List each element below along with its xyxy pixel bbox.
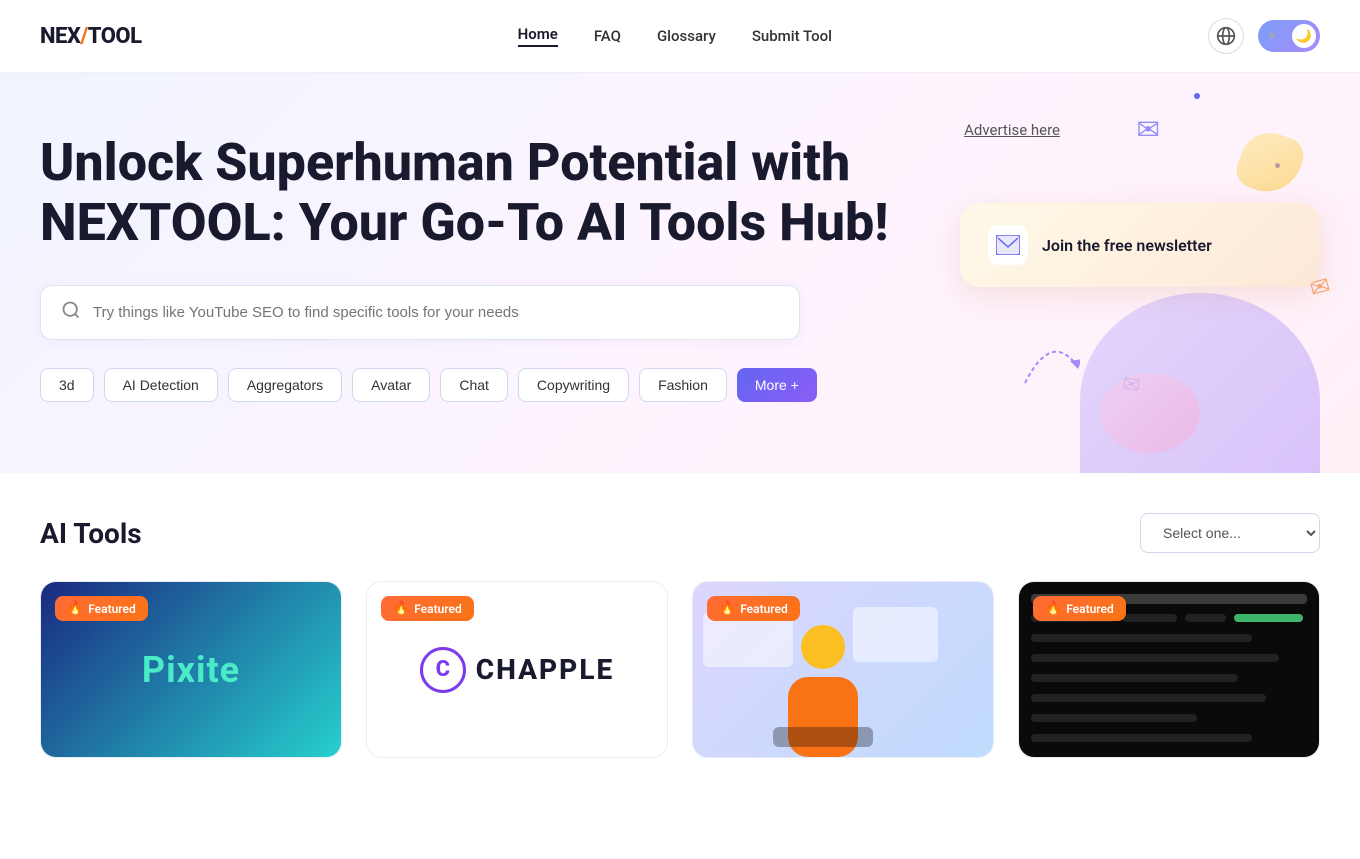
- logo[interactable]: NEX / TOOL: [40, 24, 142, 49]
- search-icon: [61, 300, 81, 325]
- featured-badge-presenter: 🔥 Featured: [707, 596, 800, 621]
- newsletter-envelope-icon: [988, 225, 1028, 265]
- featured-badge-pixite: 🔥 Featured: [55, 596, 148, 621]
- card-dark[interactable]: 🔥 Featured: [1018, 581, 1320, 758]
- advertise-link[interactable]: Advertise here: [964, 121, 1060, 139]
- main-nav: Home FAQ Glossary Submit Tool: [518, 25, 832, 47]
- hero-section: Unlock Superhuman Potential with NEXTOOL…: [0, 73, 1360, 473]
- fire-icon-2: 🔥: [393, 601, 409, 616]
- chapple-name: CHAPPLE: [476, 653, 614, 686]
- deco-dot-2: [1275, 163, 1280, 168]
- card-chapple[interactable]: 🔥 Featured C CHAPPLE: [366, 581, 668, 758]
- nav-glossary[interactable]: Glossary: [657, 27, 716, 45]
- search-input[interactable]: [93, 304, 779, 321]
- header: NEX / TOOL Home FAQ Glossary Submit Tool…: [0, 0, 1360, 73]
- fire-icon: 🔥: [67, 601, 83, 616]
- tag-ai-detection[interactable]: AI Detection: [104, 368, 218, 402]
- fire-icon-4: 🔥: [1045, 601, 1061, 616]
- blob-yellow: [1232, 125, 1309, 202]
- language-selector[interactable]: [1208, 18, 1244, 54]
- dark-mode-toggle[interactable]: ☀ 🌙: [1258, 20, 1320, 52]
- card-dark-image: 🔥 Featured: [1019, 582, 1319, 757]
- header-actions: ☀ 🌙: [1208, 18, 1320, 54]
- tools-section-title: AI Tools: [40, 517, 142, 550]
- deco-arrow: [1020, 343, 1080, 393]
- cards-grid: 🔥 Featured Pixite 🔥 Featured C CHAPPLE: [40, 581, 1320, 758]
- pixite-logo: Pixite: [142, 649, 240, 691]
- tools-header: AI Tools Select one... Latest Most Popul…: [40, 513, 1320, 553]
- tag-aggregators[interactable]: Aggregators: [228, 368, 342, 402]
- fire-icon-3: 🔥: [719, 601, 735, 616]
- deco-mail-3: ✉: [1120, 372, 1142, 400]
- tag-chat[interactable]: Chat: [440, 368, 508, 402]
- chapple-logo: C CHAPPLE: [420, 647, 614, 693]
- nav-home[interactable]: Home: [518, 25, 558, 47]
- tag-fashion[interactable]: Fashion: [639, 368, 727, 402]
- logo-text-tool: TOOL: [88, 24, 142, 49]
- search-bar: [40, 285, 800, 340]
- hero-heading: Unlock Superhuman Potential with NEXTOOL…: [40, 133, 900, 253]
- card-chapple-image: 🔥 Featured C CHAPPLE: [367, 582, 667, 757]
- newsletter-text: Join the free newsletter: [1042, 236, 1212, 255]
- nav-faq[interactable]: FAQ: [594, 27, 621, 45]
- featured-badge-dark: 🔥 Featured: [1033, 596, 1126, 621]
- tag-copywriting[interactable]: Copywriting: [518, 368, 629, 402]
- logo-text-nex: NEX: [40, 24, 80, 49]
- logo-slash: /: [80, 24, 87, 49]
- sun-icon: ☀: [1266, 29, 1278, 44]
- main-content: AI Tools Select one... Latest Most Popul…: [0, 473, 1360, 798]
- sort-select[interactable]: Select one... Latest Most Popular Top Ra…: [1140, 513, 1320, 553]
- blob-pink: [1100, 373, 1200, 453]
- card-presenter[interactable]: 🔥 Featured: [692, 581, 994, 758]
- nav-submit-tool[interactable]: Submit Tool: [752, 27, 832, 45]
- newsletter-card[interactable]: Join the free newsletter: [960, 203, 1320, 287]
- tag-avatar[interactable]: Avatar: [352, 368, 430, 402]
- tag-3d[interactable]: 3d: [40, 368, 94, 402]
- chapple-c-circle: C: [420, 647, 466, 693]
- card-presenter-image: 🔥 Featured: [693, 582, 993, 757]
- featured-badge-chapple: 🔥 Featured: [381, 596, 474, 621]
- tag-more[interactable]: More +: [737, 368, 817, 402]
- deco-dot-1: [1194, 93, 1200, 99]
- tags-container: 3d AI Detection Aggregators Avatar Chat …: [40, 368, 880, 402]
- card-pixite[interactable]: 🔥 Featured Pixite: [40, 581, 342, 758]
- blob-purple: [1080, 293, 1320, 473]
- moon-icon: 🌙: [1296, 29, 1312, 44]
- card-pixite-image: 🔥 Featured Pixite: [41, 582, 341, 757]
- deco-mail-1: ✉: [1137, 113, 1160, 146]
- hero-content: Unlock Superhuman Potential with NEXTOOL…: [40, 133, 900, 402]
